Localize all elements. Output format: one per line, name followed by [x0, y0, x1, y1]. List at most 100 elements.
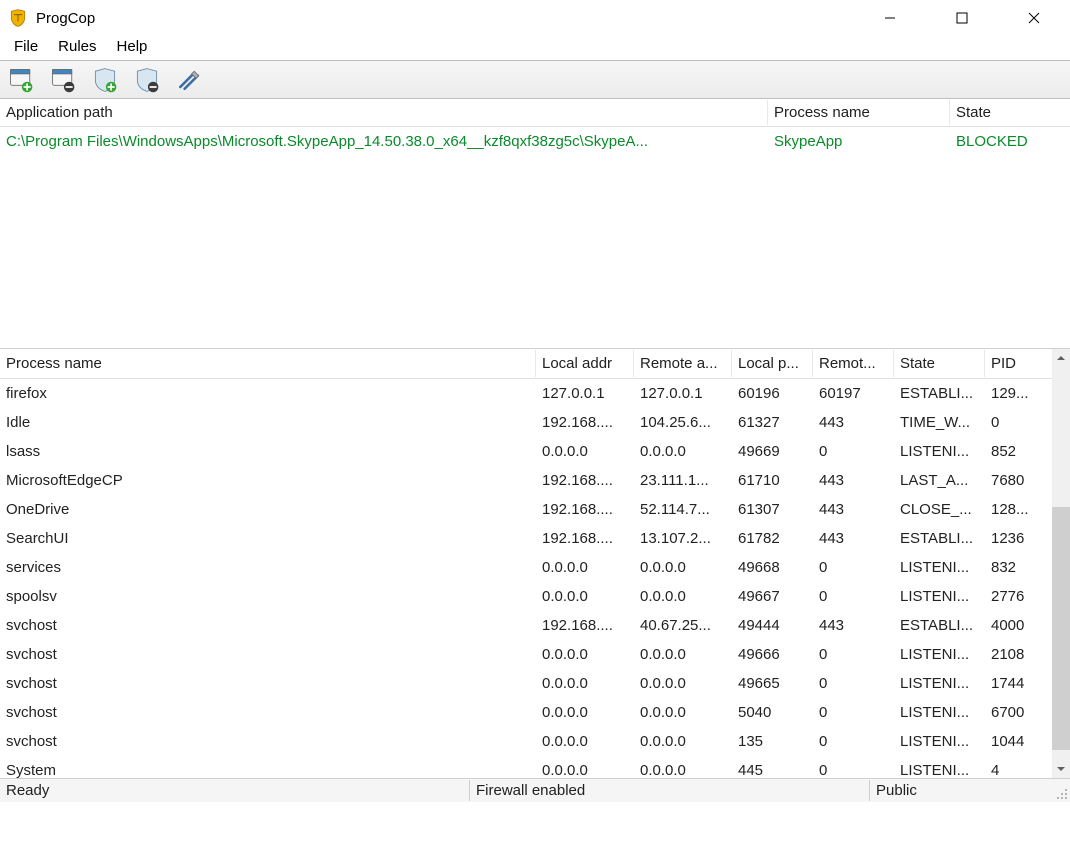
status-ready: Ready: [0, 780, 470, 801]
cell-pid: 7680: [985, 468, 1052, 493]
cell-state: LISTENI...: [894, 758, 985, 778]
cell-remotePort: 0: [813, 555, 894, 580]
resize-grip-icon[interactable]: [1052, 779, 1070, 802]
cell-remoteAddr: 0.0.0.0: [634, 671, 732, 696]
col-app-path[interactable]: Application path: [0, 100, 768, 125]
remove-app-button[interactable]: [46, 63, 80, 97]
cell-pid: 2108: [985, 642, 1052, 667]
cell-remoteAddr: 0.0.0.0: [634, 758, 732, 778]
connection-row[interactable]: svchost0.0.0.00.0.0.0496660LISTENI...210…: [0, 640, 1052, 669]
cell-process: svchost: [0, 613, 536, 638]
scroll-up-button[interactable]: [1052, 349, 1070, 367]
cell-remotePort: 0: [813, 700, 894, 725]
cell-process: System: [0, 758, 536, 778]
cell-localAddr: 0.0.0.0: [536, 555, 634, 580]
toolbar: [0, 60, 1070, 99]
cell-state: LISTENI...: [894, 439, 985, 464]
cell-state: LAST_A...: [894, 468, 985, 493]
col-process[interactable]: Process name: [0, 350, 536, 377]
cell-localPort: 61710: [732, 468, 813, 493]
settings-button[interactable]: [172, 63, 206, 97]
cell-localAddr: 0.0.0.0: [536, 439, 634, 464]
cell-remoteAddr: 40.67.25...: [634, 613, 732, 638]
cell-localAddr: 192.168....: [536, 468, 634, 493]
cell-localAddr: 192.168....: [536, 526, 634, 551]
cell-localAddr: 0.0.0.0: [536, 642, 634, 667]
minimize-button[interactable]: [854, 3, 926, 33]
cell-app-path: C:\Program Files\WindowsApps\Microsoft.S…: [0, 129, 768, 154]
cell-process: services: [0, 555, 536, 580]
cell-process: svchost: [0, 729, 536, 754]
connection-row[interactable]: svchost0.0.0.00.0.0.01350LISTENI...1044: [0, 727, 1052, 756]
connection-row[interactable]: spoolsv0.0.0.00.0.0.0496670LISTENI...277…: [0, 582, 1052, 611]
cell-remotePort: 0: [813, 758, 894, 778]
cell-remotePort: 60197: [813, 381, 894, 406]
cell-state: LISTENI...: [894, 555, 985, 580]
connection-row[interactable]: System0.0.0.00.0.0.04450LISTENI...4: [0, 756, 1052, 778]
cell-state: ESTABLI...: [894, 613, 985, 638]
cell-state: LISTENI...: [894, 671, 985, 696]
scroll-thumb[interactable]: [1052, 507, 1070, 750]
cell-remotePort: 443: [813, 410, 894, 435]
col-process-name[interactable]: Process name: [768, 100, 950, 125]
cell-process: firefox: [0, 381, 536, 406]
cell-remotePort: 0: [813, 671, 894, 696]
window-title: ProgCop: [36, 10, 95, 27]
col-pid[interactable]: PID: [985, 350, 1052, 377]
close-button[interactable]: [998, 3, 1070, 33]
status-bar: Ready Firewall enabled Public: [0, 778, 1070, 802]
cell-state: ESTABLI...: [894, 381, 985, 406]
cell-process: SearchUI: [0, 526, 536, 551]
cell-localAddr: 0.0.0.0: [536, 700, 634, 725]
vertical-scrollbar[interactable]: [1052, 349, 1070, 778]
connection-row[interactable]: svchost192.168....40.67.25...49444443EST…: [0, 611, 1052, 640]
cell-pid: 129...: [985, 381, 1052, 406]
cell-localAddr: 0.0.0.0: [536, 671, 634, 696]
col-local-port[interactable]: Local p...: [732, 350, 813, 377]
cell-localAddr: 192.168....: [536, 497, 634, 522]
connection-row[interactable]: svchost0.0.0.00.0.0.0496650LISTENI...174…: [0, 669, 1052, 698]
cell-remotePort: 443: [813, 613, 894, 638]
connection-row[interactable]: lsass0.0.0.00.0.0.0496690LISTENI...852: [0, 437, 1052, 466]
application-row[interactable]: C:\Program Files\WindowsApps\Microsoft.S…: [0, 127, 1070, 155]
cell-remoteAddr: 0.0.0.0: [634, 439, 732, 464]
cell-state: LISTENI...: [894, 584, 985, 609]
cell-pid: 1236: [985, 526, 1052, 551]
connection-row[interactable]: firefox127.0.0.1127.0.0.16019660197ESTAB…: [0, 379, 1052, 408]
cell-process: OneDrive: [0, 497, 536, 522]
col-local-addr[interactable]: Local addr: [536, 350, 634, 377]
cell-pid: 6700: [985, 700, 1052, 725]
cell-pid: 4: [985, 758, 1052, 778]
col-remote-addr[interactable]: Remote a...: [634, 350, 732, 377]
cell-process: Idle: [0, 410, 536, 435]
cell-pid: 4000: [985, 613, 1052, 638]
shield-block-button[interactable]: [130, 63, 164, 97]
cell-pid: 0: [985, 410, 1052, 435]
col-state[interactable]: State: [950, 100, 1070, 125]
connection-row[interactable]: SearchUI192.168....13.107.2...61782443ES…: [0, 524, 1052, 553]
connection-row[interactable]: MicrosoftEdgeCP192.168....23.111.1...617…: [0, 466, 1052, 495]
cell-localPort: 445: [732, 758, 813, 778]
menu-file[interactable]: File: [4, 36, 48, 60]
menu-help[interactable]: Help: [107, 36, 158, 60]
shield-allow-button[interactable]: [88, 63, 122, 97]
cell-localPort: 61782: [732, 526, 813, 551]
cell-remoteAddr: 52.114.7...: [634, 497, 732, 522]
col-state[interactable]: State: [894, 350, 985, 377]
cell-remotePort: 0: [813, 584, 894, 609]
maximize-button[interactable]: [926, 3, 998, 33]
applications-panel: Application path Process name State C:\P…: [0, 99, 1070, 349]
connections-panel: Process name Local addr Remote a... Loca…: [0, 349, 1052, 778]
cell-remoteAddr: 127.0.0.1: [634, 381, 732, 406]
connection-row[interactable]: Idle192.168....104.25.6...61327443TIME_W…: [0, 408, 1052, 437]
scroll-down-button[interactable]: [1052, 760, 1070, 778]
col-remote-port[interactable]: Remot...: [813, 350, 894, 377]
cell-pid: 1744: [985, 671, 1052, 696]
cell-process: svchost: [0, 671, 536, 696]
add-app-button[interactable]: [4, 63, 38, 97]
connection-row[interactable]: svchost0.0.0.00.0.0.050400LISTENI...6700: [0, 698, 1052, 727]
menu-rules[interactable]: Rules: [48, 36, 106, 60]
connection-row[interactable]: services0.0.0.00.0.0.0496680LISTENI...83…: [0, 553, 1052, 582]
cell-state: LISTENI...: [894, 642, 985, 667]
connection-row[interactable]: OneDrive192.168....52.114.7...61307443CL…: [0, 495, 1052, 524]
